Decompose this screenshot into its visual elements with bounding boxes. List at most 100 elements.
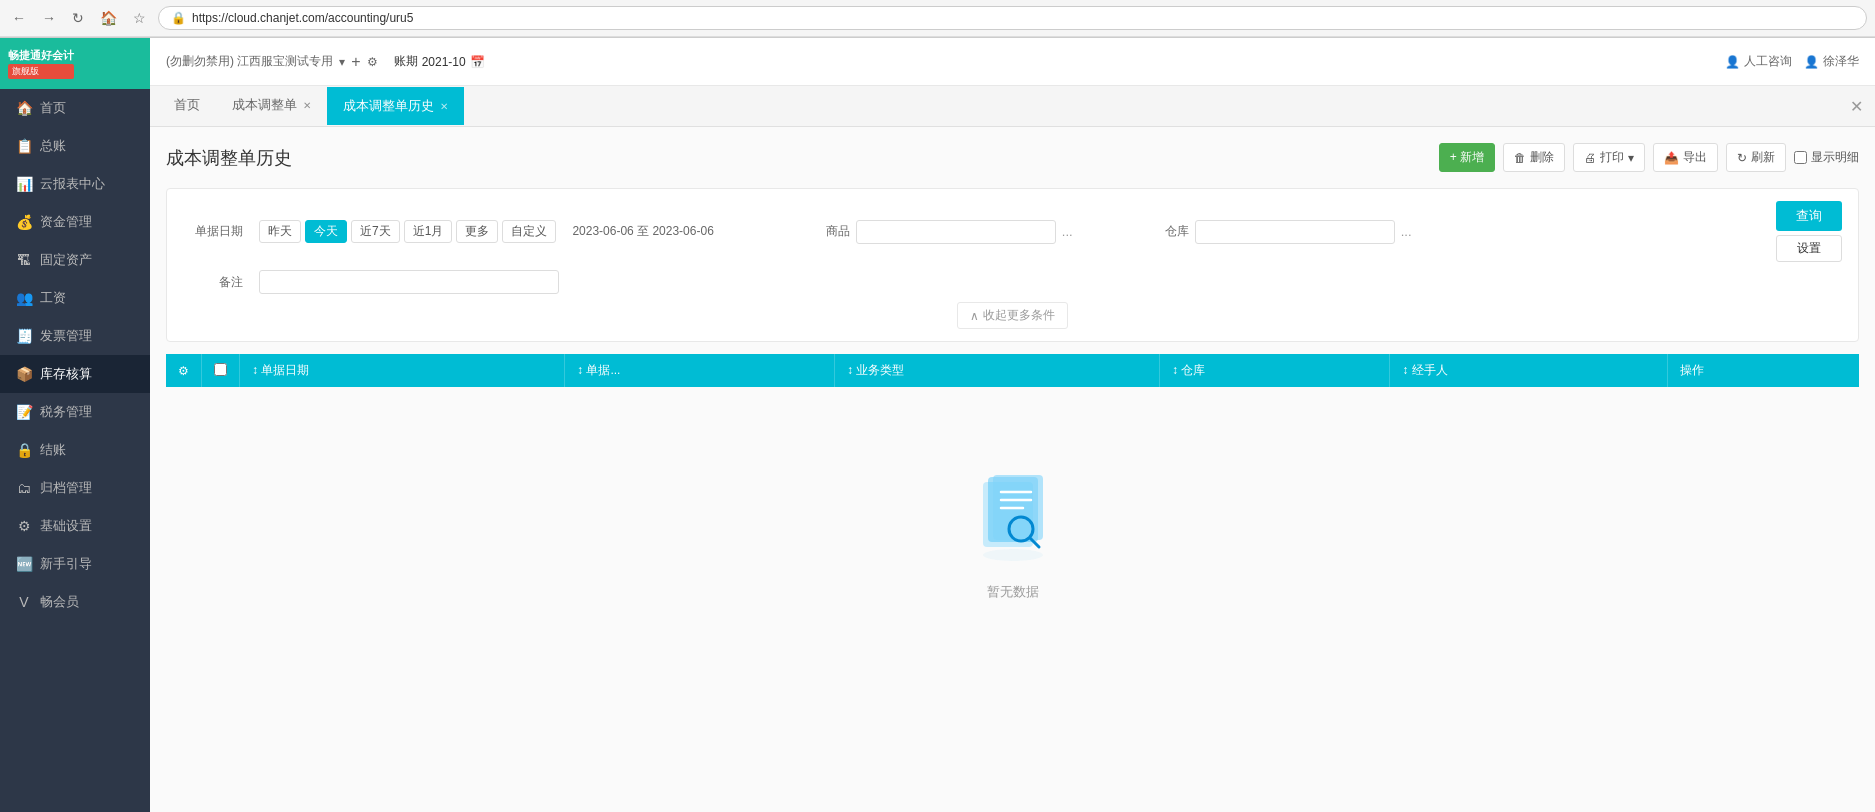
th-number-label: ↕ 单据... bbox=[577, 362, 620, 379]
filter-collapse: ∧ 收起更多条件 bbox=[183, 302, 1842, 329]
add-company-icon[interactable]: + bbox=[351, 53, 360, 71]
show-cols-checkbox[interactable]: 显示明细 bbox=[1794, 149, 1859, 166]
back-button[interactable]: ← bbox=[8, 8, 30, 28]
top-header: (勿删勿禁用) 江西服宝测试专用 ▾ + ⚙ 账期 2021-10 📅 👤 人工… bbox=[150, 38, 1875, 86]
tab-home[interactable]: 首页 bbox=[158, 86, 216, 126]
tab-cost-history[interactable]: 成本调整单历史 ✕ bbox=[327, 87, 464, 125]
home-button[interactable]: 🏠 bbox=[96, 8, 121, 28]
sidebar-item-payroll[interactable]: 👥工资 bbox=[0, 279, 150, 317]
toolbar-actions: + 新增 🗑 删除 🖨 打印 ▾ 📤 导出 ↻ bbox=[1439, 143, 1859, 172]
tab-cost-adjust-label: 成本调整单 bbox=[232, 96, 297, 114]
sidebar-item-guide[interactable]: 🆕新手引导 bbox=[0, 545, 150, 583]
delete-button[interactable]: 🗑 删除 bbox=[1503, 143, 1565, 172]
address-bar[interactable]: 🔒 https://cloud.chanjet.com/accounting/u… bbox=[158, 6, 1867, 30]
print-dropdown-icon[interactable]: ▾ bbox=[1628, 151, 1634, 165]
th-date[interactable]: ↕ 单据日期 bbox=[240, 354, 565, 387]
yesterday-btn[interactable]: 昨天 bbox=[259, 220, 301, 243]
th-biz-type[interactable]: ↕ 业务类型 bbox=[834, 354, 1159, 387]
company-dropdown-icon[interactable]: ▾ bbox=[339, 55, 345, 69]
logo-badge: 旗舰版 bbox=[8, 64, 74, 79]
main-content: (勿删勿禁用) 江西服宝测试专用 ▾ + ⚙ 账期 2021-10 📅 👤 人工… bbox=[150, 38, 1875, 812]
settings-icon: ⚙ bbox=[16, 518, 32, 534]
select-all-checkbox[interactable] bbox=[214, 363, 227, 376]
sidebar-item-archive[interactable]: 🗂归档管理 bbox=[0, 469, 150, 507]
sidebar-item-invoice[interactable]: 🧾发票管理 bbox=[0, 317, 150, 355]
lock-icon: 🔒 bbox=[171, 11, 186, 25]
logo-content: 畅捷通好会计 旗舰版 bbox=[8, 48, 74, 79]
th-warehouse[interactable]: ↕ 仓库 bbox=[1159, 354, 1389, 387]
tab-home-label: 首页 bbox=[174, 96, 200, 114]
sidebar-item-reports[interactable]: 📊云报表中心 bbox=[0, 165, 150, 203]
export-button[interactable]: 📤 导出 bbox=[1653, 143, 1718, 172]
sidebar-item-settings[interactable]: ⚙基础设置 bbox=[0, 507, 150, 545]
close-all-btn[interactable]: ✕ bbox=[1846, 97, 1867, 116]
sidebar-item-tax[interactable]: 📝税务管理 bbox=[0, 393, 150, 431]
custom-btn[interactable]: 自定义 bbox=[502, 220, 556, 243]
warehouse-label: 仓库 bbox=[1129, 223, 1189, 240]
delete-label: 删除 bbox=[1530, 149, 1554, 166]
print-button[interactable]: 🖨 打印 ▾ bbox=[1573, 143, 1645, 172]
collapse-icon: ∧ bbox=[970, 309, 979, 323]
export-icon: 📤 bbox=[1664, 151, 1679, 165]
tab-cost-adjust[interactable]: 成本调整单 ✕ bbox=[216, 86, 327, 126]
reload-button[interactable]: ↻ bbox=[68, 8, 88, 28]
th-warehouse-label: ↕ 仓库 bbox=[1172, 362, 1205, 379]
tab-cost-history-label: 成本调整单历史 bbox=[343, 97, 434, 115]
sidebar-item-funds[interactable]: 💰资金管理 bbox=[0, 203, 150, 241]
company-name[interactable]: (勿删勿禁用) 江西服宝测试专用 bbox=[166, 53, 333, 70]
sidebar-item-inventory[interactable]: 📦库存核算 bbox=[0, 355, 150, 393]
today-btn[interactable]: 今天 bbox=[305, 220, 347, 243]
th-operator[interactable]: ↕ 经手人 bbox=[1390, 354, 1668, 387]
goods-dots[interactable]: ... bbox=[1062, 224, 1073, 239]
company-info: (勿删勿禁用) 江西服宝测试专用 ▾ + ⚙ bbox=[166, 53, 378, 71]
filter-area: 单据日期 昨天 今天 近7天 近1月 更多 自定义 2023-06-06 至 2… bbox=[166, 188, 1859, 342]
sidebar-label-member: 畅会员 bbox=[40, 593, 79, 611]
th-number[interactable]: ↕ 单据... bbox=[565, 354, 835, 387]
show-cols-input[interactable] bbox=[1794, 151, 1807, 164]
sidebar-label-fixed-assets: 固定资产 bbox=[40, 251, 92, 269]
th-checkbox[interactable] bbox=[202, 354, 240, 387]
sidebar-item-member[interactable]: V畅会员 bbox=[0, 583, 150, 621]
sidebar-label-home: 首页 bbox=[40, 99, 66, 117]
notes-input[interactable] bbox=[259, 270, 559, 294]
sidebar-label-inventory: 库存核算 bbox=[40, 365, 92, 383]
collapse-btn[interactable]: ∧ 收起更多条件 bbox=[957, 302, 1068, 329]
tab-cost-adjust-close[interactable]: ✕ bbox=[303, 100, 311, 111]
page-content: 成本调整单历史 + 新增 🗑 删除 🖨 打印 ▾ 📤 导出 bbox=[150, 127, 1875, 812]
th-settings[interactable]: ⚙ bbox=[166, 354, 202, 387]
sidebar-item-home[interactable]: 🏠 首页 bbox=[0, 89, 150, 127]
forward-button[interactable]: → bbox=[38, 8, 60, 28]
tab-cost-history-close[interactable]: ✕ bbox=[440, 101, 448, 112]
warehouse-dots[interactable]: ... bbox=[1401, 224, 1412, 239]
more-btn[interactable]: 更多 bbox=[456, 220, 498, 243]
warehouse-input[interactable] bbox=[1195, 220, 1395, 244]
calendar-icon[interactable]: 📅 bbox=[470, 55, 485, 69]
sidebar-label-reports: 云报表中心 bbox=[40, 175, 105, 193]
sidebar-item-closing[interactable]: 🔒结账 bbox=[0, 431, 150, 469]
add-button[interactable]: + 新增 bbox=[1439, 143, 1495, 172]
header-actions: 👤 人工咨询 👤 徐泽华 bbox=[1725, 53, 1859, 70]
query-button[interactable]: 查询 bbox=[1776, 201, 1842, 231]
settings-filter-button[interactable]: 设置 bbox=[1776, 235, 1842, 262]
home-icon: 🏠 bbox=[16, 100, 32, 116]
funds-icon: 💰 bbox=[16, 214, 32, 230]
goods-input[interactable] bbox=[856, 220, 1056, 244]
week7-btn[interactable]: 近7天 bbox=[351, 220, 400, 243]
period-info: 账期 2021-10 📅 bbox=[394, 53, 485, 70]
refresh-icon: ↻ bbox=[1737, 151, 1747, 165]
empty-state: 暂无数据 bbox=[166, 387, 1859, 681]
user-info[interactable]: 👤 徐泽华 bbox=[1804, 53, 1859, 70]
service-btn[interactable]: 👤 人工咨询 bbox=[1725, 53, 1792, 70]
sidebar-item-fixed-assets[interactable]: 🏗固定资产 bbox=[0, 241, 150, 279]
bookmark-button[interactable]: ☆ bbox=[129, 8, 150, 28]
tax-icon: 📝 bbox=[16, 404, 32, 420]
sidebar-item-ledger[interactable]: 📋总账 bbox=[0, 127, 150, 165]
refresh-button[interactable]: ↻ 刷新 bbox=[1726, 143, 1786, 172]
service-icon: 👤 bbox=[1725, 55, 1740, 69]
invoice-icon: 🧾 bbox=[16, 328, 32, 344]
settings-icon[interactable]: ⚙ bbox=[367, 55, 378, 69]
th-biz-type-label: ↕ 业务类型 bbox=[847, 362, 904, 379]
app-container: 畅捷通好会计 旗舰版 🏠 首页 📋总账📊云报表中心💰资金管理🏗固定资产👥工资🧾发票管… bbox=[0, 38, 1875, 812]
month1-btn[interactable]: 近1月 bbox=[404, 220, 453, 243]
date-range-display: 2023-06-06 至 2023-06-06 bbox=[572, 223, 713, 240]
